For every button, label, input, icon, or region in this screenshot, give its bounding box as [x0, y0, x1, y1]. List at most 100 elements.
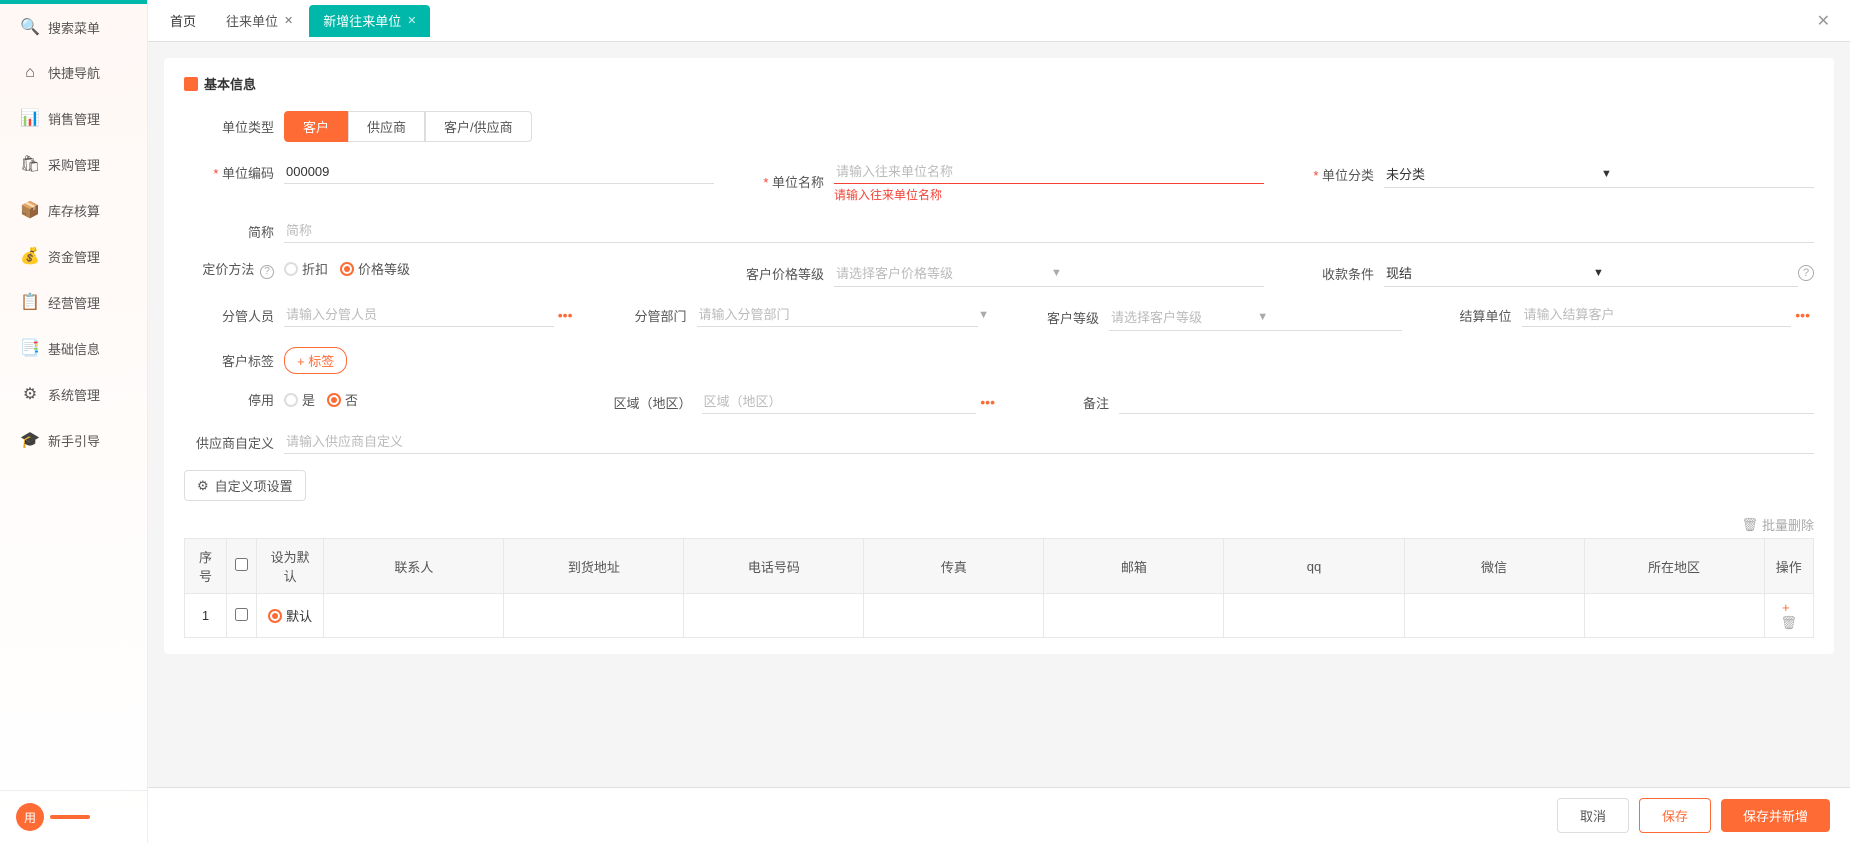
payment-help-icon[interactable]: ?	[1798, 265, 1814, 281]
row-code-name-category: 单位编码 单位名称 请输入往来单位名称 单位分类 未分类 ▼	[184, 160, 1814, 203]
unit-code-input[interactable]	[284, 160, 714, 184]
remark-input[interactable]	[1119, 390, 1814, 414]
chart-icon: 📊	[20, 108, 40, 128]
supplier-custom-input[interactable]	[284, 430, 1814, 454]
settlement-dots-btn[interactable]: •••	[1791, 307, 1814, 323]
disabled-radio-group: 是 否	[284, 390, 358, 409]
save-button[interactable]: 保存	[1639, 798, 1711, 833]
field-tag: 客户标签 + 标签	[184, 347, 1814, 374]
del-row-btn[interactable]: 🗑	[1781, 615, 1798, 630]
tab-contacts[interactable]: 往来单位 ✕	[212, 5, 307, 37]
row-fax-input[interactable]	[864, 594, 1044, 638]
row-address-input[interactable]	[504, 594, 684, 638]
row-region-input[interactable]	[1593, 608, 1756, 623]
row-phone-input[interactable]	[684, 594, 864, 638]
add-row-btn[interactable]: +	[1782, 600, 1790, 615]
field-customer-price: 客户价格等级 请选择客户价格等级 ▼	[734, 259, 1264, 287]
sidebar-item-basicinfo[interactable]: 📑 基础信息	[0, 325, 147, 371]
box-icon: 📦	[20, 200, 40, 220]
row-email-input[interactable]	[1044, 594, 1224, 638]
col-wechat: 微信	[1404, 539, 1584, 594]
email-input[interactable]	[1052, 608, 1215, 623]
row-wechat-input[interactable]	[1404, 594, 1584, 638]
pricing-radio-group: 折扣 价格等级	[284, 259, 410, 278]
col-phone: 电话号码	[684, 539, 864, 594]
sidebar-item-inventory[interactable]: 📦 库存核算	[0, 187, 147, 233]
sidebar-item-newguide[interactable]: 🎓 新手引导	[0, 417, 147, 463]
unit-code-label: 单位编码	[184, 163, 284, 182]
unit-name-input[interactable]	[834, 160, 1264, 184]
customer-price-select[interactable]: 请选择客户价格等级 ▼	[834, 259, 1264, 287]
sidebar-item-quicknav[interactable]: ⌂ 快捷导航	[0, 50, 147, 95]
sidebar-item-finance[interactable]: 💰 资金管理	[0, 233, 147, 279]
col-address: 到货地址	[504, 539, 684, 594]
settlement-input[interactable]	[1522, 303, 1792, 327]
sidebar-item-sales[interactable]: 📊 销售管理	[0, 95, 147, 141]
chevron-down-icon: ▼	[1601, 168, 1812, 180]
tab-home[interactable]: 首页	[156, 5, 210, 37]
manager-input[interactable]	[284, 303, 554, 327]
address-input[interactable]	[512, 608, 675, 623]
field-payment: 收款条件 现结 ▼ ?	[1284, 259, 1814, 287]
sidebar-item-management[interactable]: 📋 经营管理	[0, 279, 147, 325]
pricing-help-icon[interactable]: ?	[260, 265, 274, 279]
row-select-checkbox[interactable]	[235, 608, 248, 621]
region-input[interactable]	[702, 390, 977, 414]
pricing-radio-discount[interactable]: 折扣	[284, 259, 328, 278]
shopping-icon: 🛍	[20, 154, 40, 174]
table-row: 1 默认	[185, 594, 1814, 638]
radio-circle-level	[340, 262, 354, 276]
manager-label: 分管人员	[184, 306, 284, 325]
field-unit-category: 单位分类 未分类 ▼	[1284, 160, 1814, 188]
save-new-button[interactable]: 保存并新增	[1721, 799, 1830, 832]
fax-input[interactable]	[872, 608, 1035, 623]
search-icon: 🔍	[20, 17, 40, 37]
row-checkbox[interactable]	[226, 594, 256, 638]
row-action: + 🗑	[1764, 594, 1813, 638]
unit-type-supplier[interactable]: 供应商	[348, 111, 425, 142]
supplier-custom-label: 供应商自定义	[184, 433, 284, 452]
close-new-contact-tab[interactable]: ✕	[407, 14, 416, 27]
money-icon: 💰	[20, 246, 40, 266]
row-qq-input[interactable]	[1224, 594, 1404, 638]
col-region: 所在地区	[1584, 539, 1764, 594]
batch-delete-button[interactable]: 🗑 批量删除	[1741, 515, 1814, 534]
row-region-input[interactable]	[1584, 594, 1764, 638]
region-dots-btn[interactable]: •••	[976, 394, 999, 410]
tab-new-contact[interactable]: 新增往来单位 ✕	[309, 5, 430, 37]
row-contact-input[interactable]	[324, 594, 504, 638]
abbr-label: 简称	[184, 222, 284, 241]
unit-name-error: 请输入往来单位名称	[834, 186, 1264, 203]
row-default[interactable]: 默认	[256, 594, 323, 638]
payment-select[interactable]: 现结 ▼	[1384, 259, 1798, 287]
sidebar-item-search[interactable]: 🔍 搜索菜单	[0, 4, 147, 50]
field-pricing: 定价方法 ? 折扣 价格等级	[184, 259, 714, 279]
add-tag-button[interactable]: + 标签	[284, 347, 347, 374]
manager-dots-btn[interactable]: •••	[554, 307, 577, 323]
chevron-down-icon: ▼	[1257, 311, 1399, 323]
col-contact: 联系人	[324, 539, 504, 594]
close-contacts-tab[interactable]: ✕	[284, 14, 293, 27]
unit-type-customer[interactable]: 客户	[284, 111, 348, 142]
dept-input[interactable]	[697, 303, 979, 327]
default-radio[interactable]	[268, 609, 282, 623]
select-all-checkbox[interactable]	[235, 558, 248, 571]
field-dept: 分管部门 ▼	[597, 303, 990, 327]
sidebar-item-purchase[interactable]: 🛍 采购管理	[0, 141, 147, 187]
phone-input[interactable]	[692, 608, 855, 623]
custom-settings-button[interactable]: ⚙ 自定义项设置	[184, 470, 306, 501]
close-window-button[interactable]: ✕	[1805, 11, 1842, 31]
col-checkbox[interactable]	[226, 539, 256, 594]
unit-type-both[interactable]: 客户/供应商	[425, 111, 532, 142]
abbr-input[interactable]	[284, 219, 1814, 243]
customer-level-select[interactable]: 请选择客户等级 ▼	[1109, 303, 1402, 331]
unit-category-select[interactable]: 未分类 ▼	[1384, 160, 1814, 188]
disabled-radio-yes[interactable]: 是	[284, 390, 315, 409]
pricing-radio-level[interactable]: 价格等级	[340, 259, 410, 278]
contact-input[interactable]	[332, 608, 495, 623]
wechat-input[interactable]	[1413, 608, 1576, 623]
disabled-radio-no[interactable]: 否	[327, 390, 358, 409]
qq-input[interactable]	[1232, 608, 1395, 623]
sidebar-item-system[interactable]: ⚙ 系统管理	[0, 371, 147, 417]
cancel-button[interactable]: 取消	[1557, 798, 1629, 833]
